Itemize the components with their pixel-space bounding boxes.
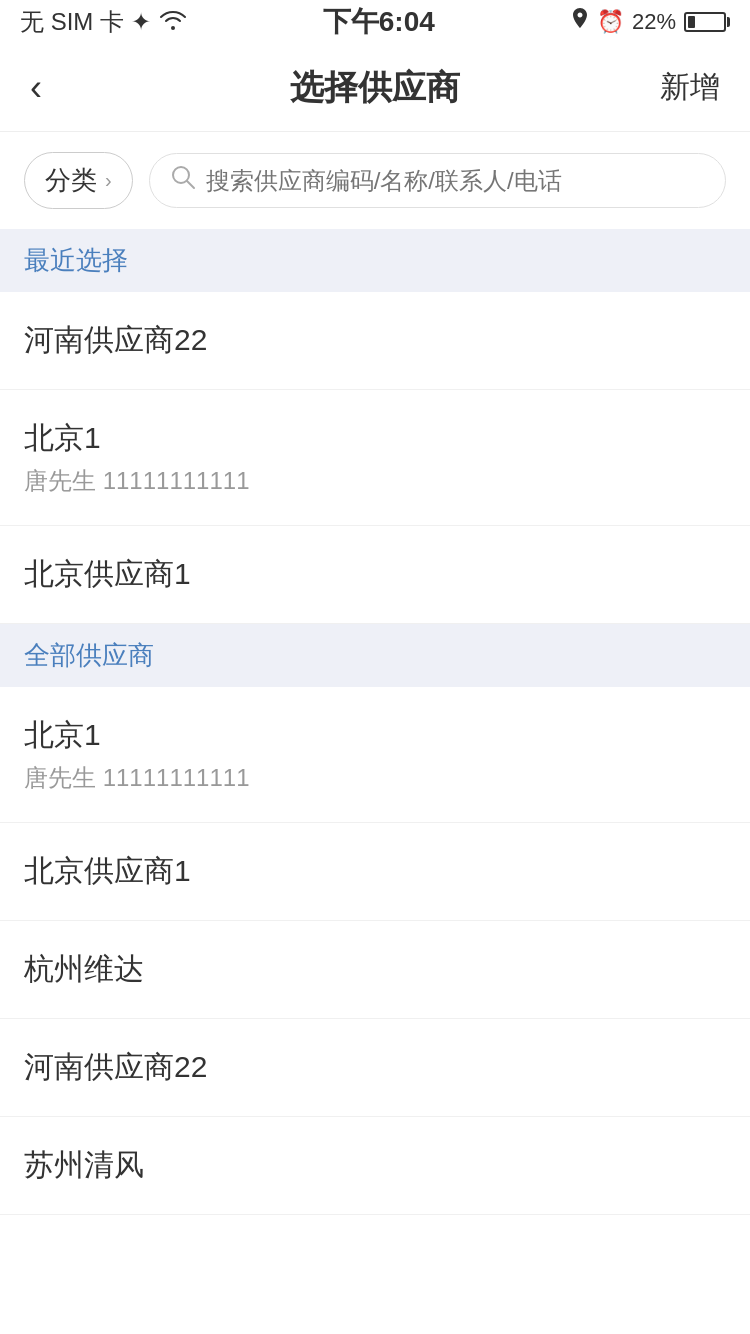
- chevron-right-icon: ›: [105, 169, 112, 192]
- item-name: 河南供应商22: [24, 320, 726, 361]
- recent-section-label: 最近选择: [24, 245, 128, 275]
- all-list-item[interactable]: 北京1 唐先生 11111111111: [0, 687, 750, 823]
- alarm-icon: ⏰: [597, 9, 624, 35]
- svg-line-1: [187, 181, 194, 188]
- status-bar: 无 SIM 卡 ✦ 下午6:04 ⏰ 22%: [0, 0, 750, 44]
- recent-items-list: 河南供应商22 北京1 唐先生 11111111111 北京供应商1: [0, 292, 750, 624]
- add-button[interactable]: 新增: [660, 67, 720, 108]
- sim-status: 无 SIM 卡 ✦: [20, 6, 151, 38]
- item-sub: 唐先生 11111111111: [24, 465, 726, 497]
- all-section-label: 全部供应商: [24, 640, 154, 670]
- item-name: 北京1: [24, 418, 726, 459]
- all-list-item[interactable]: 河南供应商22: [0, 1019, 750, 1117]
- status-time: 下午6:04: [323, 3, 435, 41]
- all-list-item[interactable]: 苏州清风: [0, 1117, 750, 1215]
- wifi-icon: [159, 8, 187, 36]
- page-title: 选择供应商: [290, 65, 460, 111]
- recent-list-item[interactable]: 北京1 唐先生 11111111111: [0, 390, 750, 526]
- battery-percent: 22%: [632, 9, 676, 35]
- category-label: 分类: [45, 163, 97, 198]
- item-name: 杭州维达: [24, 949, 726, 990]
- recent-list-item[interactable]: 北京供应商1: [0, 526, 750, 624]
- search-input[interactable]: [206, 167, 705, 195]
- item-name: 北京1: [24, 715, 726, 756]
- item-name: 北京供应商1: [24, 554, 726, 595]
- location-icon: [571, 8, 589, 36]
- recent-section-header: 最近选择: [0, 229, 750, 292]
- status-left: 无 SIM 卡 ✦: [20, 6, 187, 38]
- back-button[interactable]: ‹: [30, 67, 90, 109]
- item-name: 河南供应商22: [24, 1047, 726, 1088]
- recent-list-item[interactable]: 河南供应商22: [0, 292, 750, 390]
- filter-bar: 分类 ›: [0, 132, 750, 229]
- item-name: 苏州清风: [24, 1145, 726, 1186]
- item-sub: 唐先生 11111111111: [24, 762, 726, 794]
- search-icon: [170, 164, 196, 197]
- all-items-list: 北京1 唐先生 11111111111 北京供应商1 杭州维达河南供应商22 苏州清风: [0, 687, 750, 1215]
- all-section-header: 全部供应商: [0, 624, 750, 687]
- category-button[interactable]: 分类 ›: [24, 152, 133, 209]
- nav-bar: ‹ 选择供应商 新增: [0, 44, 750, 132]
- all-list-item[interactable]: 杭州维达: [0, 921, 750, 1019]
- status-right: ⏰ 22%: [571, 8, 730, 36]
- item-name: 北京供应商1: [24, 851, 726, 892]
- search-box[interactable]: [149, 153, 726, 208]
- all-list-item[interactable]: 北京供应商1: [0, 823, 750, 921]
- battery-icon: [684, 12, 730, 32]
